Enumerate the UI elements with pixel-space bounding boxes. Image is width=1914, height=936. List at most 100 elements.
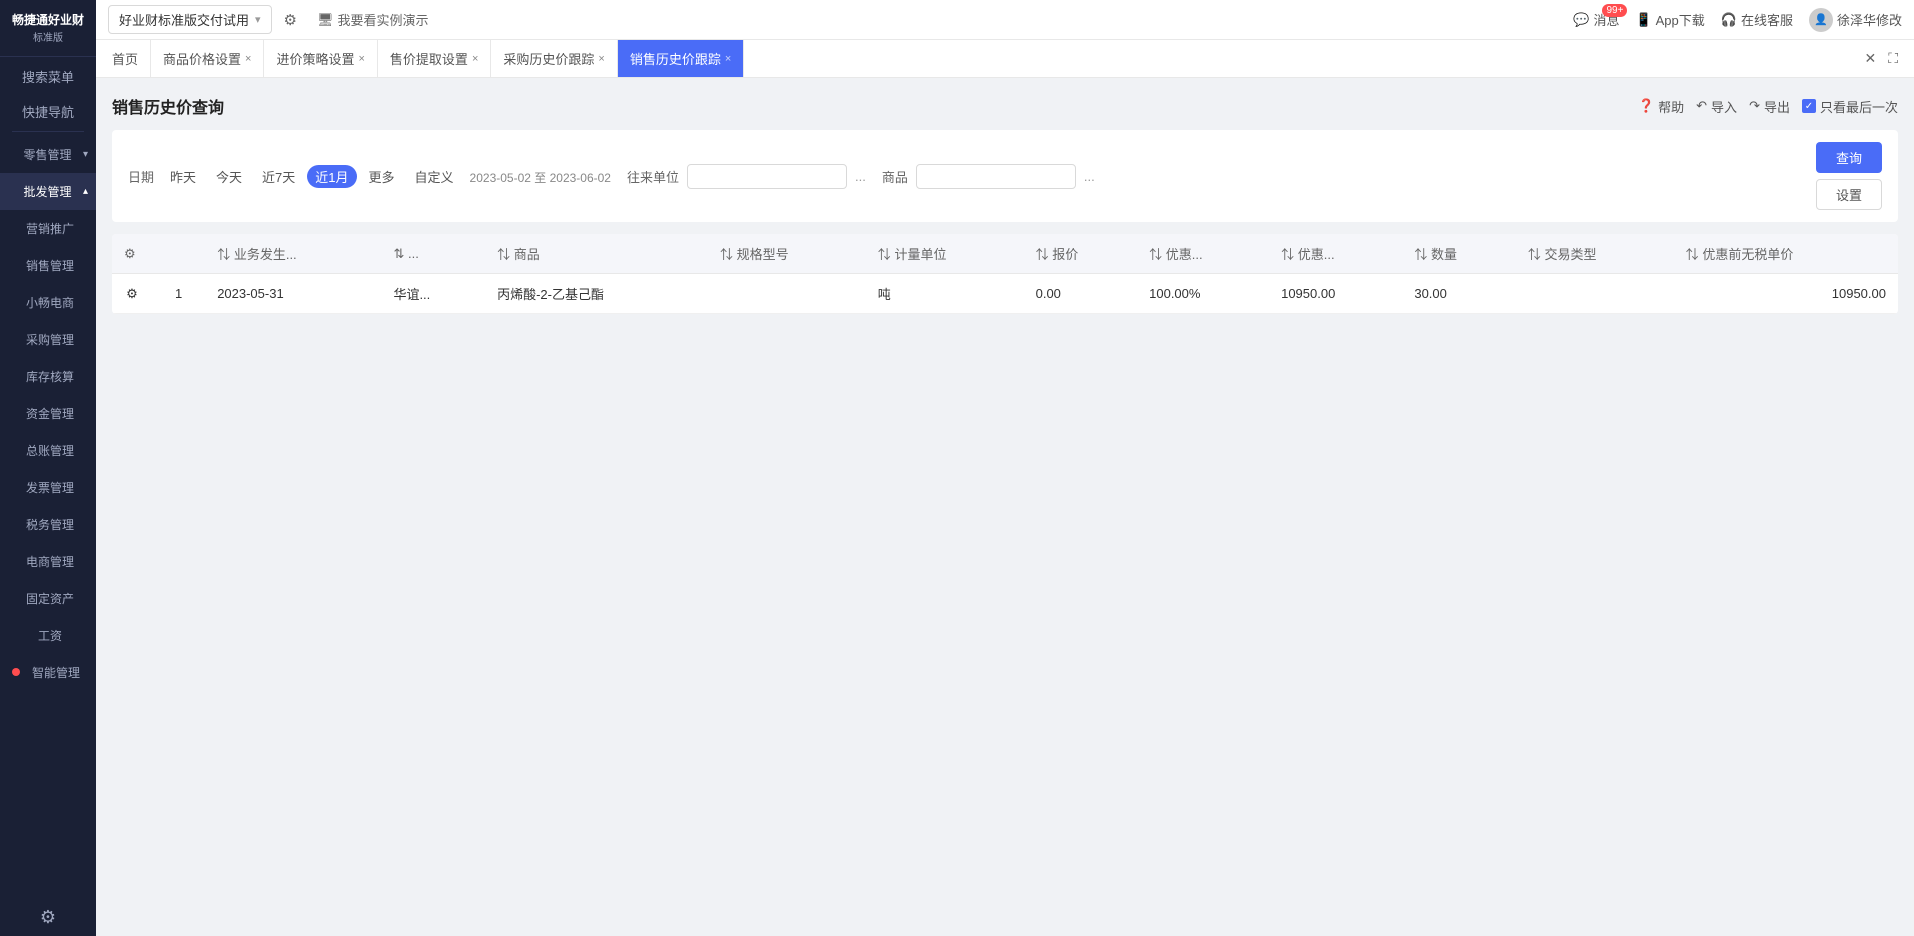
online-service-button[interactable]: 🎧 在线客服 xyxy=(1721,10,1793,29)
date-option-yesterday[interactable]: 昨天 xyxy=(162,165,204,188)
user-menu[interactable]: 👤 徐泽华修改 xyxy=(1809,8,1902,32)
export-button[interactable]: ↷ 导出 xyxy=(1749,97,1790,116)
headset-icon: 🎧 xyxy=(1721,12,1737,28)
page-header: 销售历史价查询 ❓ 帮助 ↶ 导入 ↷ 导出 ✓ 只 xyxy=(112,94,1898,118)
main-area: 好业财标准版交付试用 ▾ ⚙ 🖥 我要看实例演示 💬 消息 99+ 📱 App下… xyxy=(96,0,1914,936)
gear-icon[interactable]: ⚙ xyxy=(124,246,136,261)
data-table-container: ⚙ ⇅ 业务发生... ⇅ ... ⇅ 商品 xyxy=(112,234,1898,314)
only-last-checkbox[interactable]: ✓ xyxy=(1802,99,1816,113)
tab-close-icon[interactable]: × xyxy=(358,53,364,65)
sidebar-item-fixed-assets[interactable]: 固定资产 xyxy=(0,580,96,617)
page-title: 销售历史价查询 xyxy=(112,94,224,118)
topbar: 好业财标准版交付试用 ▾ ⚙ 🖥 我要看实例演示 💬 消息 99+ 📱 App下… xyxy=(96,0,1914,40)
tab-bar: 首页 商品价格设置 × 进价策略设置 × 售价提取设置 × 采购历史价跟踪 × … xyxy=(96,40,1914,78)
product-label: 商品 xyxy=(882,167,908,186)
settings-button[interactable]: 设置 xyxy=(1816,179,1882,210)
tab-extract[interactable]: 售价提取设置 × xyxy=(378,40,491,77)
maximize-icon[interactable]: ⛶ xyxy=(1884,48,1902,69)
settings-gear-icon[interactable]: ⚙ xyxy=(0,899,96,936)
tab-close-icon[interactable]: × xyxy=(598,53,604,65)
sidebar-item-ecommerce-small[interactable]: 小畅电商 xyxy=(0,284,96,321)
demo-icon: 🖥 xyxy=(317,12,334,28)
table-row: ⚙ 1 2023-05-31 华谊... 丙烯酸-2-乙基己酯 吨 0.00 1… xyxy=(112,274,1898,314)
version-selector[interactable]: 好业财标准版交付试用 ▾ xyxy=(108,5,272,34)
sidebar-item-inventory[interactable]: 库存核算 xyxy=(0,358,96,395)
from-unit-input[interactable] xyxy=(687,164,847,189)
sidebar-item-wholesale[interactable]: 批发管理 ▴ xyxy=(0,173,96,210)
date-option-1month[interactable]: 近1月 xyxy=(307,165,356,188)
row-gear[interactable]: ⚙ xyxy=(112,274,152,314)
col-header-more[interactable]: ⇅ ... xyxy=(381,234,485,274)
tab-sales-history[interactable]: 销售历史价跟踪 × xyxy=(618,40,744,77)
query-button[interactable]: 查询 xyxy=(1816,142,1882,173)
from-unit-filter-group: 往来单位 ... xyxy=(627,164,866,189)
sidebar-item-purchase[interactable]: 采购管理 xyxy=(0,321,96,358)
tab-close-icon[interactable]: × xyxy=(725,53,731,65)
col-header-biz-date[interactable]: ⇅ 业务发生... xyxy=(205,234,381,274)
col-header-quote[interactable]: ⇅ 报价 xyxy=(1024,234,1138,274)
sort-icon: ⇅ xyxy=(1149,247,1162,262)
tabs-actions: ✕ ⛶ xyxy=(1860,48,1910,69)
close-tab-icon[interactable]: ✕ xyxy=(1860,48,1880,69)
chevron-down-icon: ▾ xyxy=(83,149,88,160)
quick-nav[interactable]: 快捷导航 xyxy=(0,96,96,127)
tab-close-icon[interactable]: × xyxy=(472,53,478,65)
tab-close-icon[interactable]: × xyxy=(245,53,251,65)
sort-icon: ⇅ xyxy=(1528,247,1541,262)
avatar: 👤 xyxy=(1809,8,1833,32)
row-discount-pct: 100.00% xyxy=(1137,274,1269,314)
row-trans-type xyxy=(1516,274,1674,314)
sidebar-item-ecommerce[interactable]: 电商管理 xyxy=(0,543,96,580)
date-option-today[interactable]: 今天 xyxy=(208,165,250,188)
col-header-trans-type[interactable]: ⇅ 交易类型 xyxy=(1516,234,1674,274)
sidebar-item-finance[interactable]: 资金管理 xyxy=(0,395,96,432)
sort-icon: ⇅ xyxy=(217,247,230,262)
sidebar-item-salary[interactable]: 工资 xyxy=(0,617,96,654)
col-header-pretax-price[interactable]: ⇅ 优惠前无税单价 xyxy=(1674,234,1898,274)
check-icon: ✓ xyxy=(1805,101,1813,112)
col-header-unit[interactable]: ⇅ 计量单位 xyxy=(866,234,1024,274)
search-menu[interactable]: 搜索菜单 xyxy=(0,57,96,96)
message-button[interactable]: 💬 消息 99+ xyxy=(1573,10,1619,29)
sort-icon: ⇅ xyxy=(1281,247,1294,262)
red-dot-icon xyxy=(12,668,20,676)
gear-icon[interactable]: ⚙ xyxy=(280,7,301,33)
product-input[interactable] xyxy=(916,164,1076,189)
sidebar-item-general[interactable]: 总账管理 xyxy=(0,432,96,469)
row-unit: 吨 xyxy=(866,274,1024,314)
import-button[interactable]: ↶ 导入 xyxy=(1696,97,1737,116)
col-header-product[interactable]: ⇅ 商品 xyxy=(485,234,708,274)
date-filter-group: 日期 昨天 今天 近7天 近1月 更多 自定义 2023-05-02 至 202… xyxy=(128,165,611,188)
sidebar-item-sales[interactable]: 销售管理 xyxy=(0,247,96,284)
sort-icon: ⇅ xyxy=(1414,247,1427,262)
sidebar-item-tax[interactable]: 税务管理 xyxy=(0,506,96,543)
col-header-discount-amt[interactable]: ⇅ 优惠... xyxy=(1269,234,1402,274)
sidebar-item-smart[interactable]: 智能管理 xyxy=(0,654,96,691)
product-more-icon[interactable]: ... xyxy=(1084,169,1095,184)
date-range-display: 2023-05-02 至 2023-06-02 xyxy=(470,169,611,186)
col-header-discount-pct[interactable]: ⇅ 优惠... xyxy=(1137,234,1269,274)
tab-purchase-history[interactable]: 采购历史价跟踪 × xyxy=(491,40,617,77)
app-download-button[interactable]: 📱 App下载 xyxy=(1635,10,1704,29)
filter-area: 日期 昨天 今天 近7天 近1月 更多 自定义 2023-05-02 至 202… xyxy=(112,130,1898,222)
date-option-more[interactable]: 更多 xyxy=(361,165,403,188)
data-table: ⚙ ⇅ 业务发生... ⇅ ... ⇅ 商品 xyxy=(112,234,1898,314)
sidebar-divider-top xyxy=(12,131,84,132)
help-button[interactable]: ❓ 帮助 xyxy=(1638,97,1684,116)
date-option-custom[interactable]: 自定义 xyxy=(407,165,462,188)
from-unit-more-icon[interactable]: ... xyxy=(855,169,866,184)
date-option-7days[interactable]: 近7天 xyxy=(254,165,303,188)
sidebar-item-invoice[interactable]: 发票管理 xyxy=(0,469,96,506)
chevron-down-icon: ▾ xyxy=(255,13,261,26)
demo-link[interactable]: 🖥 我要看实例演示 xyxy=(309,6,437,33)
col-header-quantity[interactable]: ⇅ 数量 xyxy=(1402,234,1516,274)
tab-price[interactable]: 商品价格设置 × xyxy=(151,40,264,77)
sort-icon: ⇅ xyxy=(1686,247,1699,262)
sidebar-item-marketing[interactable]: 营销推广 xyxy=(0,210,96,247)
sidebar-item-retail[interactable]: 零售管理 ▾ xyxy=(0,136,96,173)
col-header-spec[interactable]: ⇅ 规格型号 xyxy=(708,234,866,274)
tab-home[interactable]: 首页 xyxy=(100,40,151,77)
logo: 畅捷通好业财 标准版 xyxy=(0,0,96,57)
col-header-gear: ⚙ xyxy=(112,234,152,274)
tab-strategy[interactable]: 进价策略设置 × xyxy=(264,40,377,77)
